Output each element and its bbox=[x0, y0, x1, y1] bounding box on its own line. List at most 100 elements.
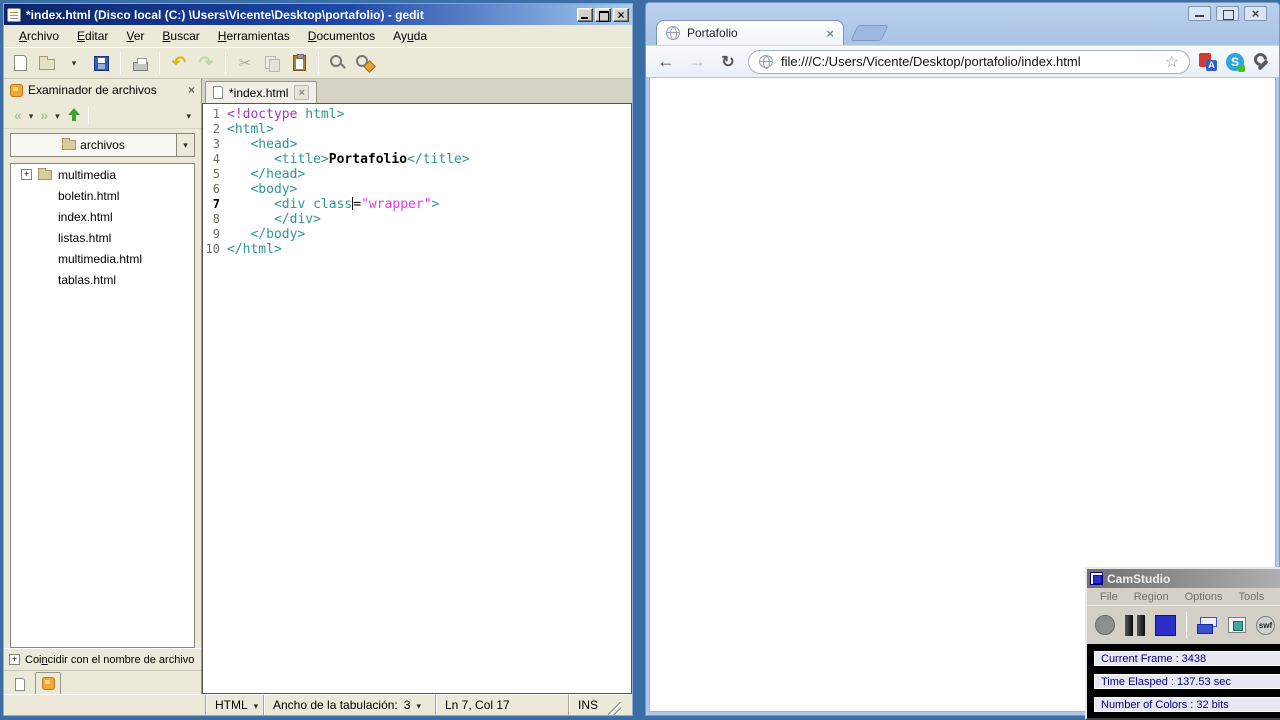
menu-herramientas[interactable]: Herramientas bbox=[209, 26, 299, 46]
tab-documents[interactable] bbox=[7, 674, 33, 694]
editor-tab[interactable]: *index.html × bbox=[205, 81, 318, 103]
swf-producer-icon[interactable]: swf bbox=[1256, 615, 1275, 635]
line-number: 6 bbox=[212, 182, 220, 196]
code-line-7[interactable]: 7 <div class = "wrapper" > bbox=[203, 197, 631, 212]
history-forward-dropdown[interactable] bbox=[55, 106, 60, 124]
tree-item-boletin-html[interactable]: boletin.html bbox=[11, 185, 194, 206]
line-number: 5 bbox=[212, 167, 220, 181]
menu-documentos[interactable]: Documentos bbox=[299, 26, 384, 46]
expander-icon[interactable]: + bbox=[9, 654, 20, 665]
tree-item-listas-html[interactable]: listas.html bbox=[11, 227, 194, 248]
file-browser-icon bbox=[41, 677, 55, 690]
menu-file[interactable]: File bbox=[1092, 591, 1126, 603]
pause-button[interactable] bbox=[1125, 614, 1145, 636]
open-dropdown-button[interactable] bbox=[64, 53, 84, 73]
panel-options-dropdown[interactable] bbox=[186, 106, 191, 124]
menu-ver[interactable]: Ver bbox=[117, 26, 153, 46]
undo-button[interactable] bbox=[169, 53, 189, 73]
location-combo[interactable]: archivos bbox=[10, 133, 195, 157]
code-line-8[interactable]: 8 </div> bbox=[203, 212, 631, 227]
code-line-10[interactable]: 10 </html> bbox=[203, 242, 631, 257]
history-back-icon[interactable]: « bbox=[14, 108, 22, 122]
tab-close-icon[interactable]: × bbox=[826, 26, 834, 41]
code-segment: </div> bbox=[273, 212, 321, 227]
address-bar[interactable]: file:///C:/Users/Vicente/Desktop/portafo… bbox=[748, 49, 1190, 74]
tab-width-dropdown[interactable]: Ancho de la tabulación: 3 bbox=[263, 695, 435, 715]
code-segment: Portafolio bbox=[328, 152, 408, 167]
tab-close-icon[interactable]: × bbox=[294, 85, 310, 100]
maximize-button[interactable] bbox=[595, 7, 611, 22]
menu-region[interactable]: Region bbox=[1126, 591, 1177, 603]
camstudio-titlebar[interactable]: CamStudio bbox=[1087, 569, 1280, 588]
browser-tab[interactable]: Portafolio × bbox=[656, 20, 844, 45]
back-button[interactable] bbox=[655, 51, 677, 72]
expander-icon[interactable]: + bbox=[21, 169, 32, 180]
file-browser-header: Examinador de archivos × bbox=[4, 79, 201, 101]
tree-item-index-html[interactable]: index.html bbox=[11, 206, 194, 227]
region-icon[interactable] bbox=[1197, 616, 1218, 634]
documents-icon bbox=[15, 677, 25, 691]
cut-button[interactable] bbox=[235, 53, 255, 73]
tree-item-multimedia-html[interactable]: multimedia.html bbox=[11, 248, 194, 269]
translate-extension-icon[interactable] bbox=[1199, 52, 1217, 71]
code-editor[interactable]: 1 <!doctype html> 2 <html> 3 <head> 4 <title>… bbox=[202, 103, 632, 694]
menu-buscar[interactable]: Buscar bbox=[153, 26, 208, 46]
record-button[interactable] bbox=[1095, 615, 1115, 635]
skype-extension-icon[interactable]: S bbox=[1226, 52, 1245, 72]
history-forward-icon[interactable]: » bbox=[40, 108, 48, 122]
menu-tools[interactable]: Tools bbox=[1231, 591, 1273, 603]
code-line-9[interactable]: 9 </body> bbox=[203, 227, 631, 242]
code-line-2[interactable]: 2 <html> bbox=[203, 122, 631, 137]
print-button[interactable] bbox=[130, 53, 150, 73]
toolbar-separator bbox=[87, 105, 89, 124]
annotation-icon[interactable] bbox=[1228, 617, 1246, 633]
redo-button[interactable] bbox=[196, 53, 216, 73]
code-line-5[interactable]: 5 </head> bbox=[203, 167, 631, 182]
save-icon bbox=[93, 55, 109, 71]
replace-button[interactable] bbox=[355, 53, 375, 73]
new-tab-button[interactable] bbox=[850, 25, 889, 41]
document-icon bbox=[213, 86, 223, 99]
tab-file-browser[interactable] bbox=[35, 672, 61, 694]
code-line-4[interactable]: 4 <title> Portafolio </title> bbox=[203, 152, 631, 167]
close-button[interactable] bbox=[1244, 6, 1267, 21]
history-back-dropdown[interactable] bbox=[29, 106, 34, 124]
panel-close-icon[interactable]: × bbox=[188, 83, 195, 97]
stop-button[interactable] bbox=[1155, 614, 1176, 636]
bookmark-star-icon[interactable] bbox=[1165, 52, 1179, 72]
paste-button[interactable] bbox=[289, 53, 309, 73]
code-segment: <!doctype bbox=[227, 107, 298, 122]
new-document-button[interactable] bbox=[10, 53, 30, 73]
open-button[interactable] bbox=[37, 53, 57, 73]
minimize-button[interactable] bbox=[1188, 6, 1211, 21]
code-line-1[interactable]: 1 <!doctype html> bbox=[203, 107, 631, 122]
wrench-menu-icon[interactable] bbox=[1253, 53, 1270, 70]
close-button[interactable] bbox=[613, 7, 629, 22]
menu-archivo[interactable]: Archivo bbox=[10, 26, 68, 46]
maximize-button[interactable] bbox=[1216, 6, 1239, 21]
reload-button[interactable] bbox=[717, 52, 739, 72]
code-line-3[interactable]: 3 <head> bbox=[203, 137, 631, 152]
parent-folder-icon[interactable] bbox=[67, 107, 81, 122]
language-mode-dropdown[interactable]: HTML bbox=[205, 695, 263, 715]
menu-view[interactable]: View bbox=[1272, 591, 1280, 603]
gedit-titlebar[interactable]: *index.html (Disco local (C:) \Users\Vic… bbox=[4, 4, 632, 25]
copy-button[interactable] bbox=[262, 53, 282, 73]
location-dropdown-button[interactable] bbox=[176, 134, 194, 156]
menu-options[interactable]: Options bbox=[1177, 591, 1231, 603]
minimize-button[interactable] bbox=[577, 7, 593, 22]
find-button[interactable] bbox=[328, 53, 348, 73]
menu-editar[interactable]: Editar bbox=[68, 26, 117, 46]
forward-button[interactable] bbox=[686, 51, 708, 72]
tree-item-multimedia[interactable]: + multimedia bbox=[11, 164, 194, 185]
save-button[interactable] bbox=[91, 53, 111, 73]
code-line-6[interactable]: 6 <body> bbox=[203, 182, 631, 197]
filename-filter-expander[interactable]: + Coincidir con el nombre de archivo bbox=[4, 648, 201, 670]
menu-ayuda[interactable]: Ayuda bbox=[384, 26, 436, 46]
tree-item-tablas-html[interactable]: tablas.html bbox=[11, 269, 194, 290]
resize-grip[interactable] bbox=[608, 702, 621, 715]
